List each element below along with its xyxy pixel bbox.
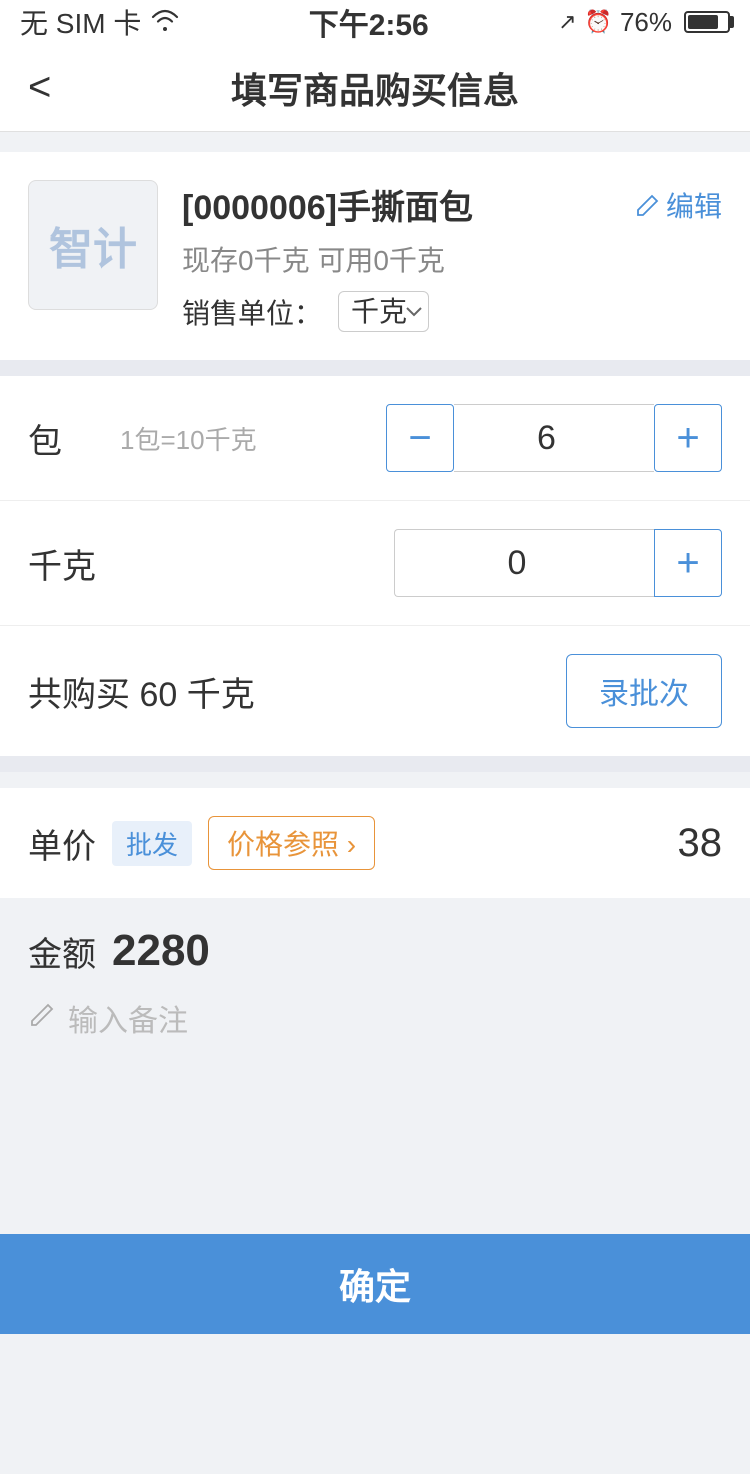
battery-icon <box>684 11 730 33</box>
kg-qty-control: + <box>394 529 722 597</box>
pack-qty-input[interactable] <box>454 404 654 472</box>
price-badge: 批发 <box>112 821 192 866</box>
price-section: 单价 批发 价格参照 › 38 <box>0 788 750 898</box>
product-info: [0000006]手撕面包 编辑 现存0千克 可用0千克 销售单位： 千克 包 <box>182 180 722 332</box>
price-value: 38 <box>678 821 723 866</box>
amount-value: 2280 <box>112 926 210 976</box>
status-time: 下午2:56 <box>309 0 429 44</box>
back-button[interactable]: < <box>28 65 51 110</box>
page-title: 填写商品购买信息 <box>231 62 519 114</box>
alarm-icon: ⏰ <box>585 9 612 35</box>
header: < 填写商品购买信息 <box>0 44 750 132</box>
total-label: 共购买 60 千克 <box>28 667 255 716</box>
amount-section: 金额 2280 输入备注 <box>0 898 750 1054</box>
price-row: 单价 批发 价格参照 › 38 <box>28 816 722 870</box>
divider-2 <box>0 756 750 772</box>
unit-label: 销售单位： <box>182 292 322 332</box>
kg-qty-input[interactable] <box>394 529 654 597</box>
confirm-button[interactable]: 确定 <box>0 1234 750 1334</box>
kg-row: 千克 + <box>0 501 750 626</box>
pack-minus-button[interactable]: − <box>386 404 454 472</box>
product-card: 智计 [0000006]手撕面包 编辑 现存0千克 可用0千克 销售单位： 千克… <box>0 152 750 360</box>
product-stock: 现存0千克 可用0千克 <box>182 239 722 279</box>
divider-1 <box>0 360 750 376</box>
pack-row: 包 1包=10千克 − + <box>0 376 750 501</box>
note-row: 输入备注 <box>28 996 722 1040</box>
product-thumbnail: 智计 <box>28 180 158 310</box>
unit-select[interactable]: 千克 包 <box>338 291 429 332</box>
record-batch-button[interactable]: 录批次 <box>566 654 722 728</box>
location-icon: ↗ <box>558 9 576 35</box>
pack-qty-control: − + <box>386 404 722 472</box>
wifi-icon <box>151 6 179 38</box>
pack-section: 包 1包=10千克 − + 千克 + <box>0 376 750 626</box>
carrier-label: 无 SIM 卡 <box>20 2 141 42</box>
product-name: [0000006]手撕面包 <box>182 180 473 229</box>
pack-plus-button[interactable]: + <box>654 404 722 472</box>
edit-button[interactable]: 编辑 <box>636 185 722 225</box>
pack-label: 包 <box>28 414 108 463</box>
pack-sublabel: 1包=10千克 <box>120 420 386 457</box>
amount-label: 金额 <box>28 927 96 976</box>
total-row: 共购买 60 千克 录批次 <box>0 626 750 756</box>
battery-label: 76% <box>620 7 672 38</box>
pencil-icon <box>28 1001 56 1036</box>
amount-row: 金额 2280 <box>28 926 722 976</box>
status-bar: 无 SIM 卡 下午2:56 ↗ ⏰ 76% <box>0 0 750 44</box>
note-placeholder[interactable]: 输入备注 <box>68 996 188 1040</box>
price-reference-button[interactable]: 价格参照 › <box>208 816 375 870</box>
kg-label: 千克 <box>28 539 108 588</box>
kg-plus-button[interactable]: + <box>654 529 722 597</box>
price-label: 单价 <box>28 819 96 868</box>
